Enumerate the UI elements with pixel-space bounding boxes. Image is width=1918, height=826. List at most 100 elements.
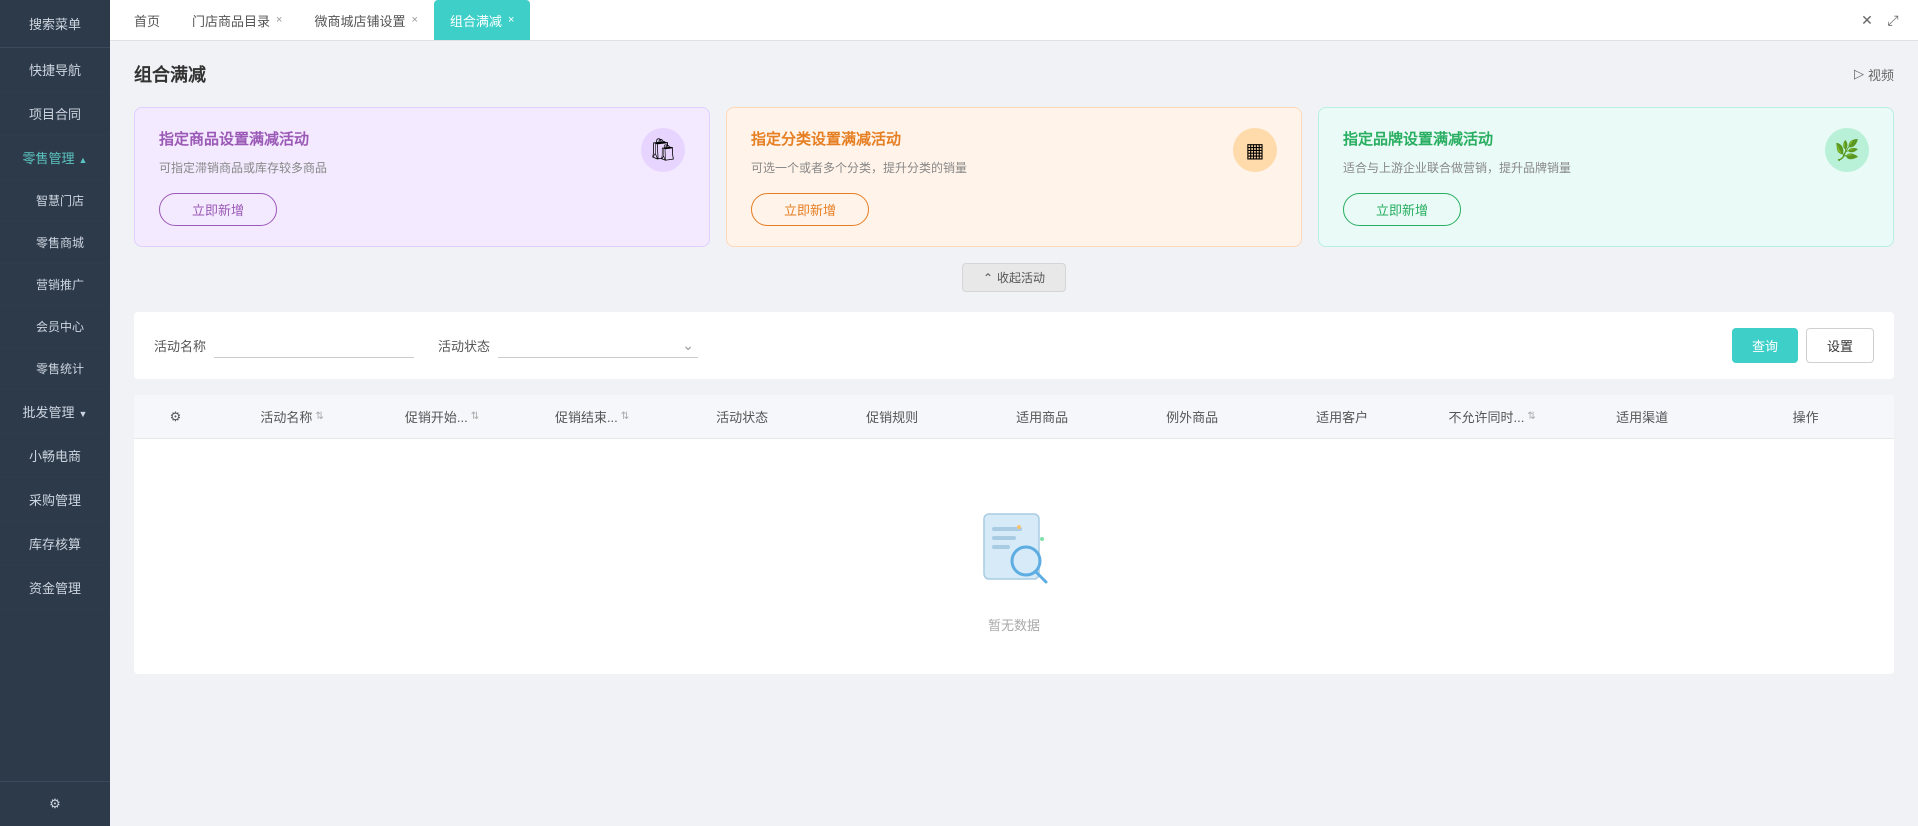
gear-icon: ⚙ [49, 796, 61, 811]
page-header: 组合满减 ▷ 视频 [134, 61, 1894, 87]
search-activity-name-label: 活动名称 [154, 336, 206, 355]
sidebar-item-marketing[interactable]: 营销推广 [0, 264, 110, 306]
card-category-desc: 可选一个或者多个分类，提升分类的销量 [751, 159, 1277, 177]
card-brand-desc: 适合与上游企业联合做营销，提升品牌销量 [1343, 159, 1869, 177]
search-bar: 活动名称 活动状态 进行中 未开始 已结束 查询 设置 [134, 312, 1894, 379]
search-activity-name-field: 活动名称 [154, 334, 414, 358]
search-activity-status-label: 活动状态 [438, 336, 490, 355]
card-category: ▦ 指定分类设置满减活动 可选一个或者多个分类，提升分类的销量 立即新增 [726, 107, 1302, 247]
tab-combo-discount-label: 组合满减 [450, 11, 502, 30]
card-brand: 🌿 指定品牌设置满减活动 适合与上游企业联合做营销，提升品牌销量 立即新增 [1318, 107, 1894, 247]
card-product-add-btn[interactable]: 立即新增 [159, 193, 277, 226]
th-activity-name-label: 活动名称 [260, 407, 312, 426]
th-no-simultaneous-label: 不允许同时... [1449, 407, 1525, 426]
tab-combo-discount-close[interactable]: × [508, 14, 514, 26]
tab-wechat-store-settings[interactable]: 微商城店铺设置 × [298, 0, 433, 40]
table-header: ⚙ 活动名称 ⇅ 促销开始... ⇅ 促销结束... ⇅ 活动状态 [134, 395, 1894, 439]
th-operations: 操作 [1717, 407, 1894, 426]
collapse-bar: ⌃ 收起活动 [134, 263, 1894, 292]
th-activity-name[interactable]: 活动名称 ⇅ [217, 407, 367, 426]
card-category-add-btn[interactable]: 立即新增 [751, 193, 869, 226]
card-product: 🛍 指定商品设置满减活动 可指定滞销商品或库存较多商品 立即新增 [134, 107, 710, 247]
sidebar-item-retail-stats[interactable]: 零售统计 [0, 348, 110, 390]
sort-icon-promo-start: ⇅ [471, 411, 479, 422]
window-close-btn[interactable]: ✕ [1858, 11, 1876, 29]
video-btn[interactable]: ▷ 视频 [1854, 65, 1894, 84]
activity-status-select-wrapper: 进行中 未开始 已结束 [498, 334, 698, 358]
tab-store-catalog-label: 门店商品目录 [192, 11, 270, 30]
search-activity-status-field: 活动状态 进行中 未开始 已结束 [438, 334, 698, 358]
tab-home-label: 首页 [134, 11, 160, 30]
activity-status-select[interactable]: 进行中 未开始 已结束 [498, 334, 698, 358]
th-promo-rules-label: 促销规则 [866, 407, 918, 426]
sidebar-item-quick-nav[interactable]: 快捷导航 [0, 48, 110, 92]
th-applicable-goods-label: 适用商品 [1016, 407, 1068, 426]
sidebar: 搜索菜单 快捷导航 项目合同 零售管理 智慧门店 零售商城 营销推广 会员中心 … [0, 0, 110, 826]
th-settings-icon: ⚙ [170, 409, 182, 425]
sidebar-item-project-contract[interactable]: 项目合同 [0, 92, 110, 136]
sidebar-settings-btn[interactable]: ⚙ [0, 781, 110, 826]
collapse-label: 收起活动 [997, 269, 1045, 286]
empty-illustration [964, 499, 1064, 599]
sort-icon-no-simultaneous: ⇅ [1527, 411, 1535, 422]
query-btn[interactable]: 查询 [1732, 328, 1798, 363]
sidebar-item-inventory-check[interactable]: 库存核算 [0, 522, 110, 566]
sidebar-item-member-center[interactable]: 会员中心 [0, 306, 110, 348]
tab-home[interactable]: 首页 [118, 0, 176, 40]
th-applicable-customers-label: 适用客户 [1316, 407, 1368, 426]
collapse-activity-btn[interactable]: ⌃ 收起活动 [962, 263, 1066, 292]
sidebar-item-xiaochangec[interactable]: 小畅电商 [0, 434, 110, 478]
sidebar-item-retail-mall[interactable]: 零售商城 [0, 222, 110, 264]
card-product-title: 指定商品设置满减活动 [159, 128, 685, 149]
th-activity-status: 活动状态 [667, 407, 817, 426]
sort-icon-promo-end: ⇅ [621, 411, 629, 422]
sidebar-item-purchase-mgmt[interactable]: 采购管理 [0, 478, 110, 522]
th-exception-goods-label: 例外商品 [1166, 407, 1218, 426]
card-product-desc: 可指定滞销商品或库存较多商品 [159, 159, 685, 177]
tab-wechat-store-settings-close[interactable]: × [411, 14, 417, 26]
main-area: 首页 门店商品目录 × 微商城店铺设置 × 组合满减 × ✕ ⤢ 组合满减 ▷ … [110, 0, 1918, 826]
sidebar-item-fund-mgmt[interactable]: 资金管理 [0, 566, 110, 610]
th-applicable-customers: 适用客户 [1267, 407, 1417, 426]
collapse-icon: ⌃ [983, 271, 993, 285]
card-brand-title: 指定品牌设置满减活动 [1343, 128, 1869, 149]
card-category-icon: ▦ [1233, 128, 1277, 172]
card-brand-add-btn[interactable]: 立即新增 [1343, 193, 1461, 226]
window-buttons: ✕ ⤢ [1858, 11, 1910, 29]
th-promo-end-label: 促销结束... [555, 407, 618, 426]
search-activity-name-input[interactable] [214, 334, 414, 358]
sidebar-item-wholesale-mgmt[interactable]: 批发管理 [0, 390, 110, 434]
card-category-title: 指定分类设置满减活动 [751, 128, 1277, 149]
th-promo-end[interactable]: 促销结束... ⇅ [517, 407, 667, 426]
card-product-icon: 🛍 [641, 128, 685, 172]
th-operations-label: 操作 [1793, 407, 1819, 426]
th-promo-start-label: 促销开始... [405, 407, 468, 426]
settings-btn[interactable]: 设置 [1806, 328, 1874, 363]
th-applicable-channels-label: 适用渠道 [1616, 407, 1668, 426]
search-actions: 查询 设置 [1732, 328, 1874, 363]
tab-wechat-store-settings-label: 微商城店铺设置 [314, 11, 405, 30]
th-applicable-channels: 适用渠道 [1567, 407, 1717, 426]
tab-store-catalog[interactable]: 门店商品目录 × [176, 0, 298, 40]
card-brand-icon: 🌿 [1825, 128, 1869, 172]
tab-store-catalog-close[interactable]: × [276, 14, 282, 26]
th-no-simultaneous[interactable]: 不允许同时... ⇅ [1417, 407, 1567, 426]
sort-icon-activity-name: ⇅ [315, 411, 323, 422]
activity-cards: 🛍 指定商品设置满减活动 可指定滞销商品或库存较多商品 立即新增 ▦ 指定分类设… [134, 107, 1894, 247]
sidebar-item-retail-mgmt[interactable]: 零售管理 [0, 136, 110, 180]
page-title: 组合满减 [134, 61, 206, 87]
play-icon: ▷ [1854, 66, 1864, 82]
table-container: ⚙ 活动名称 ⇅ 促销开始... ⇅ 促销结束... ⇅ 活动状态 [134, 395, 1894, 674]
video-btn-label: 视频 [1868, 65, 1894, 84]
tab-bar: 首页 门店商品目录 × 微商城店铺设置 × 组合满减 × ✕ ⤢ [110, 0, 1918, 41]
th-promo-rules: 促销规则 [817, 407, 967, 426]
th-settings[interactable]: ⚙ [134, 409, 217, 425]
tab-combo-discount[interactable]: 组合满减 × [434, 0, 530, 40]
sidebar-item-smart-store[interactable]: 智慧门店 [0, 180, 110, 222]
th-exception-goods: 例外商品 [1117, 407, 1267, 426]
th-promo-start[interactable]: 促销开始... ⇅ [367, 407, 517, 426]
sidebar-search[interactable]: 搜索菜单 [0, 0, 110, 48]
table-empty-state: 暂无数据 [134, 439, 1894, 674]
window-maximize-btn[interactable]: ⤢ [1884, 11, 1902, 29]
table-empty-text: 暂无数据 [988, 615, 1040, 634]
